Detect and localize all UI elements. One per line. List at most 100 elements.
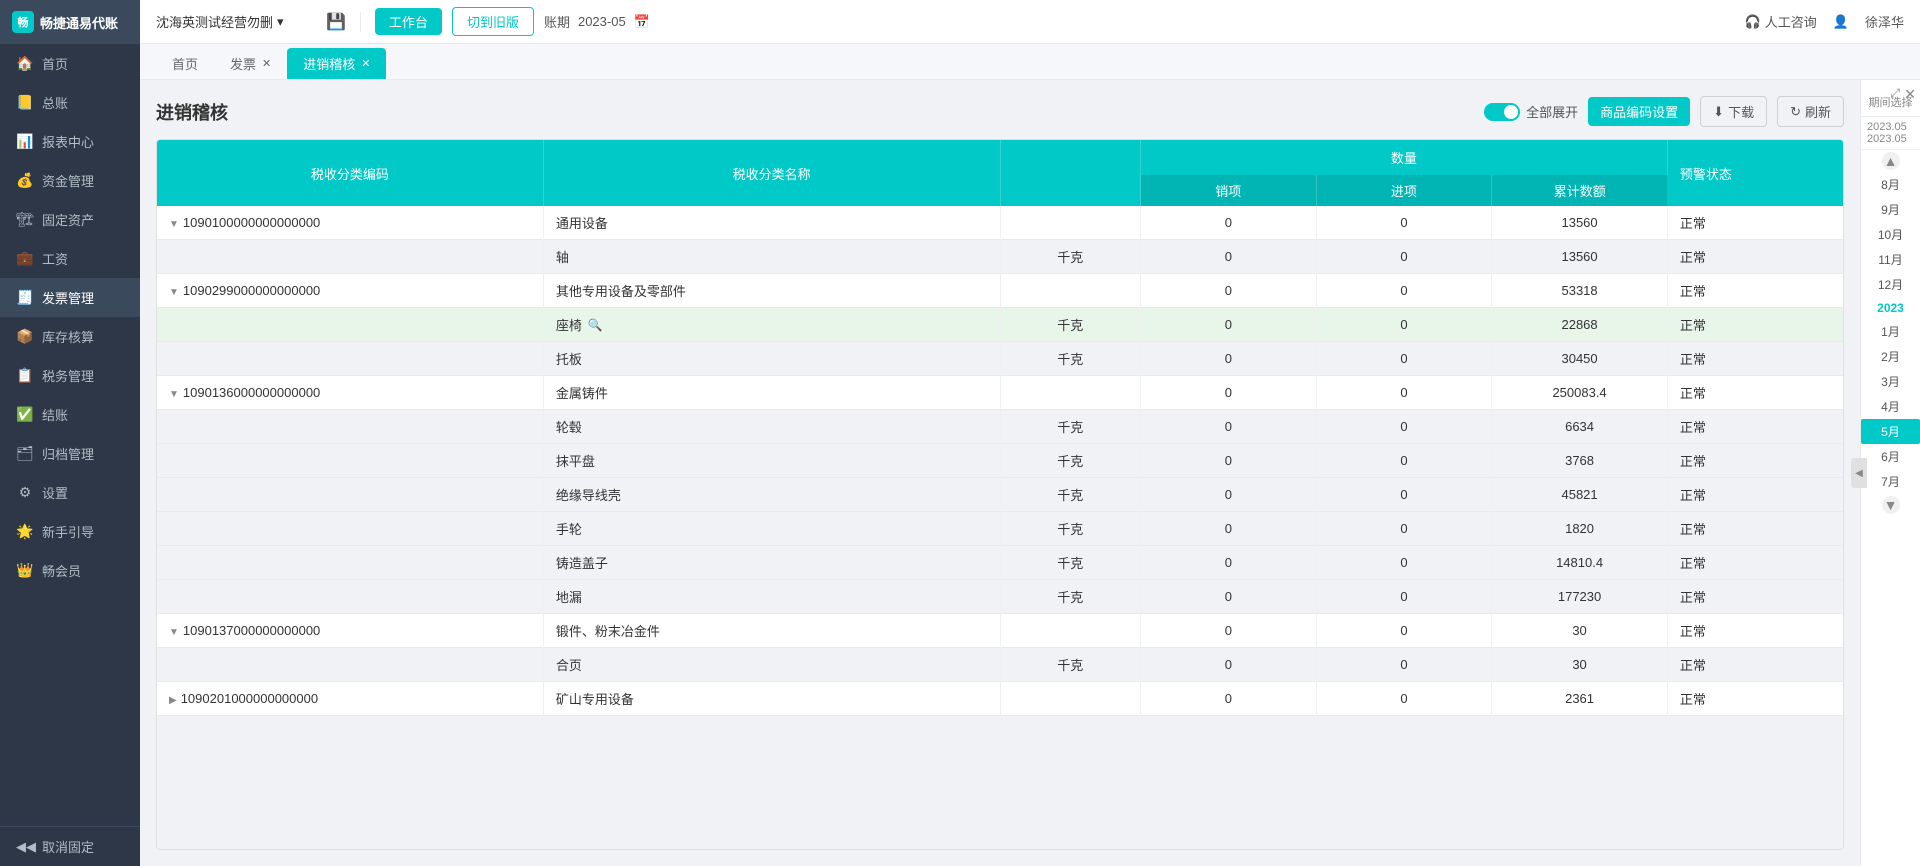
tab-label: 首页 [172,54,198,73]
sidebar-icon: 📋 [16,367,34,384]
sidebar-item-发票管理[interactable]: 🧾发票管理 [0,278,140,317]
company-selector[interactable]: 沈海英测试经营勿删 ▾ [156,12,316,31]
period-month-item[interactable]: 10月 [1861,222,1920,247]
sidebar-item-归档管理[interactable]: 🗂归档管理 [0,434,140,473]
cell-status: 正常 [1667,682,1843,716]
period-top-dates: 2023.052023.05 [1861,117,1920,150]
period-month-item[interactable]: 12月 [1861,272,1920,297]
sidebar-icon: ⚙ [16,484,34,501]
expand-all-toggle[interactable] [1484,103,1520,121]
tabs-bar: 首页发票✕进销稽核✕ [140,44,1920,80]
sidebar-item-新手引导[interactable]: 🌟新手引导 [0,512,140,551]
period-display: 账期 2023-05 📅 [544,12,650,31]
expand-icon[interactable]: ▼ [169,627,179,638]
cell-name: 手轮 [543,512,1000,546]
period-month-item[interactable]: 5月 [1861,419,1920,444]
panel-collapse-button[interactable]: ◀ [1851,458,1867,488]
switch-old-button[interactable]: 切到旧版 [452,7,534,36]
period-month-item[interactable]: 2月 [1861,344,1920,369]
refresh-button[interactable]: ↻ 刷新 [1777,96,1844,127]
sidebar-item-库存核算[interactable]: 📦库存核算 [0,317,140,356]
col-header-unit [1000,140,1141,206]
table-row[interactable]: 铸造盖子 千克 0 0 14810.4 正常 [157,546,1843,580]
sidebar-item-label: 总账 [42,93,68,112]
period-value: 2023-05 [578,14,626,29]
cell-name: 其他专用设备及零部件 [543,274,1000,308]
tab-close-icon[interactable]: ✕ [361,57,370,70]
cell-status: 正常 [1667,614,1843,648]
sidebar-item-总账[interactable]: 📒总账 [0,83,140,122]
search-icon[interactable]: 🔍 [588,318,603,332]
product-code-button[interactable]: 商品编码设置 [1588,97,1690,126]
support-link[interactable]: 🎧 人工咨询 [1745,12,1817,31]
table-row[interactable]: 手轮 千克 0 0 1820 正常 [157,512,1843,546]
sidebar-item-报表中心[interactable]: 📊报表中心 [0,122,140,161]
close-panel-button[interactable]: ✕ [1904,86,1916,103]
period-nav-down[interactable]: ▼ [1882,496,1900,514]
table-row[interactable]: 绝缘导线壳 千克 0 0 45821 正常 [157,478,1843,512]
tab-进销稽核[interactable]: 进销稽核✕ [287,48,386,79]
expand-panel-button[interactable]: ⤢ [1890,86,1900,101]
cell-status: 正常 [1667,410,1843,444]
sidebar-item-label: 固定资产 [42,210,94,229]
sidebar-item-设置[interactable]: ⚙设置 [0,473,140,512]
sidebar-item-畅会员[interactable]: 👑畅会员 [0,551,140,590]
sidebar-item-首页[interactable]: 🏠首页 [0,44,140,83]
cell-unit [1000,614,1141,648]
cell-purchase: 0 [1316,308,1492,342]
period-month-item[interactable]: 11月 [1861,247,1920,272]
worktable-button[interactable]: 工作台 [375,8,442,35]
expand-icon[interactable]: ▼ [169,287,179,298]
app-name: 畅捷通易代账 [40,13,118,32]
tab-close-icon[interactable]: ✕ [262,57,271,70]
period-month-item[interactable]: 6月 [1861,444,1920,469]
cell-total: 30450 [1492,342,1668,376]
period-month-item[interactable]: 4月 [1861,394,1920,419]
sidebar-item-label: 新手引导 [42,522,94,541]
table-row[interactable]: 合页 千克 0 0 30 正常 [157,648,1843,682]
cell-name: 托板 [543,342,1000,376]
company-dropdown-icon[interactable]: ▾ [277,14,284,30]
download-button[interactable]: ⬇ 下载 [1700,96,1767,127]
expand-icon[interactable]: ▼ [169,389,179,400]
user-name: 徐泽华 [1865,12,1904,31]
save-icon[interactable]: 💾 [326,12,346,32]
sidebar-item-结账[interactable]: ✅结账 [0,395,140,434]
table-row[interactable]: 轮毂 千克 0 0 6634 正常 [157,410,1843,444]
period-month-item[interactable]: 3月 [1861,369,1920,394]
cell-purchase: 0 [1316,444,1492,478]
period-year-label: 2023 [1861,297,1920,319]
period-nav-up[interactable]: ▲ [1882,152,1900,170]
sidebar-item-label: 资金管理 [42,171,94,190]
table-row[interactable]: 托板 千克 0 0 30450 正常 [157,342,1843,376]
table-row[interactable]: 地漏 千克 0 0 177230 正常 [157,580,1843,614]
table-row[interactable]: 抹平盘 千克 0 0 3768 正常 [157,444,1843,478]
period-top-date: 2023.05 [1867,121,1914,133]
table-row: ▼1090137000000000000 锻件、粉末冶金件 0 0 30 正常 [157,614,1843,648]
cell-total: 1820 [1492,512,1668,546]
period-month-item[interactable]: 9月 [1861,197,1920,222]
tab-首页[interactable]: 首页 [156,48,214,79]
table-row: ▼1090299000000000000 其他专用设备及零部件 0 0 5331… [157,274,1843,308]
cell-status: 正常 [1667,444,1843,478]
sidebar-item-工资[interactable]: 💼工资 [0,239,140,278]
cell-code [157,478,543,512]
sidebar-item-固定资产[interactable]: 🏗固定资产 [0,200,140,239]
table-row[interactable]: 座椅🔍 千克 0 0 22868 正常 [157,308,1843,342]
period-month-item[interactable]: 7月 [1861,469,1920,494]
cell-total: 22868 [1492,308,1668,342]
tab-发票[interactable]: 发票✕ [214,48,287,79]
sidebar-footer[interactable]: ◀◀ 取消固定 [0,826,140,866]
page-title: 进销稽核 [156,99,228,125]
cell-code [157,308,543,342]
expand-icon[interactable]: ▼ [169,219,179,230]
period-month-item[interactable]: 8月 [1861,172,1920,197]
table-row[interactable]: 轴 千克 0 0 13560 正常 [157,240,1843,274]
sidebar-item-税务管理[interactable]: 📋税务管理 [0,356,140,395]
period-month-item[interactable]: 1月 [1861,319,1920,344]
calendar-icon[interactable]: 📅 [634,14,650,30]
cell-sales: 0 [1141,478,1317,512]
sidebar-item-资金管理[interactable]: 💰资金管理 [0,161,140,200]
col-header-tax-code: 税收分类编码 [157,140,543,206]
expand-icon[interactable]: ▶ [169,695,177,706]
